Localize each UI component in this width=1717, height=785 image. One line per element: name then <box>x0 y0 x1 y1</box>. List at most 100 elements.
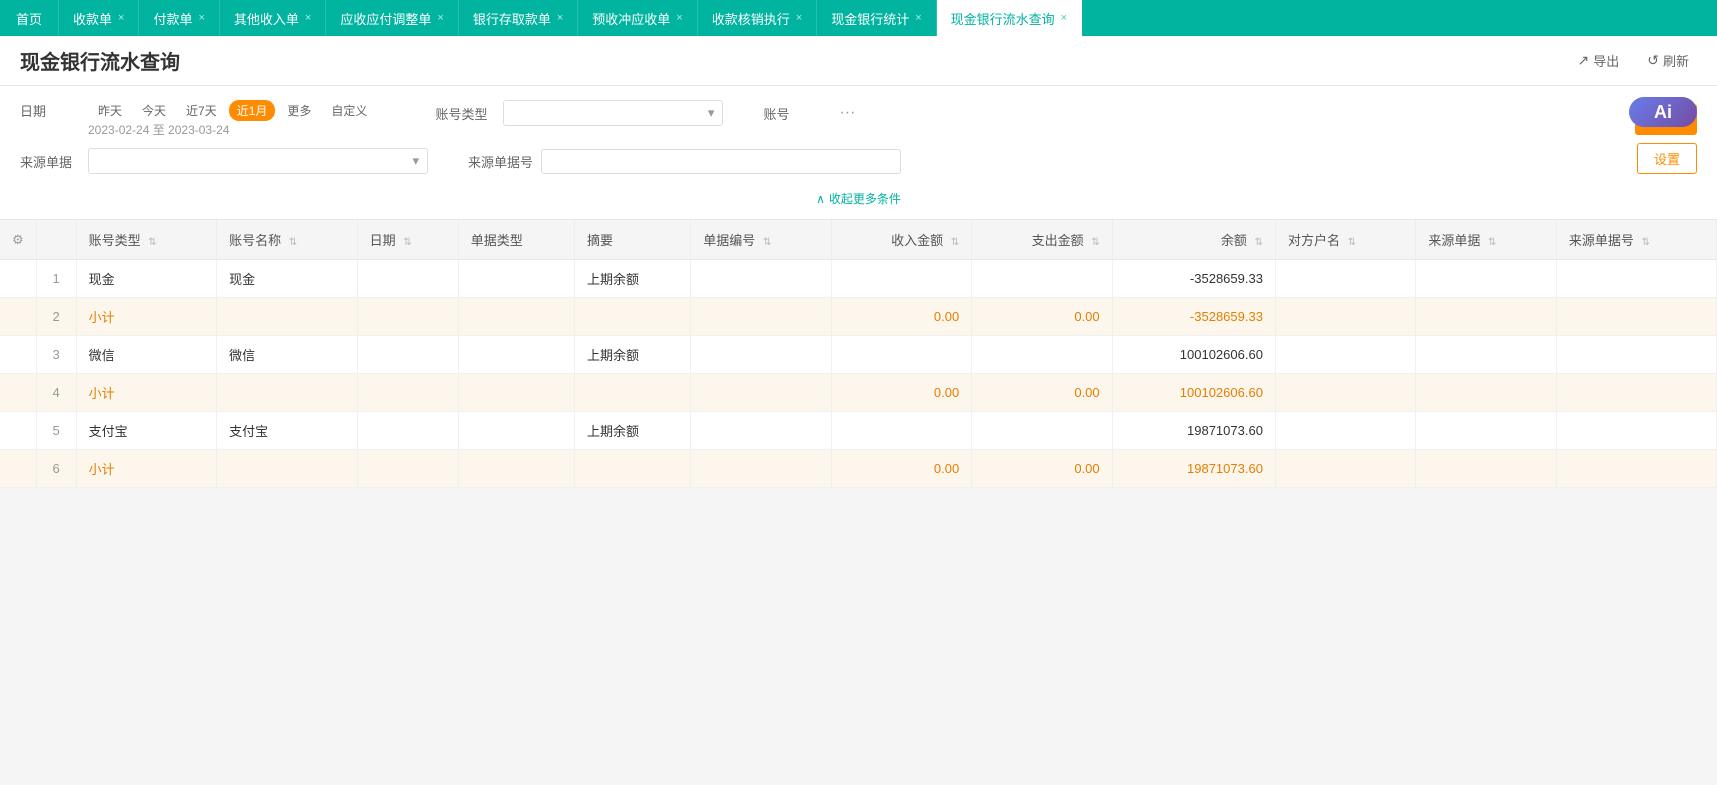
cell-checkbox <box>0 374 36 412</box>
close-icon[interactable]: × <box>557 12 563 24</box>
cell-account-type: 小计 <box>76 374 216 412</box>
cell-doc-no <box>691 336 831 374</box>
cell-checkbox <box>0 298 36 336</box>
source-doc-select[interactable]: ▾ <box>88 148 428 174</box>
cell-income: 0.00 <box>831 450 971 488</box>
cell-income: 0.00 <box>831 298 971 336</box>
th-source-doc-no[interactable]: 来源单据号 ⇅ <box>1556 220 1716 260</box>
cell-counterparty <box>1275 260 1415 298</box>
cell-source-doc-no <box>1556 298 1716 336</box>
date-range-display: 2023-02-24 至 2023-03-24 <box>88 123 229 137</box>
cell-date <box>357 374 458 412</box>
cell-account-name: 支付宝 <box>217 412 357 450</box>
cell-balance: 100102606.60 <box>1112 374 1275 412</box>
cell-expense <box>972 260 1112 298</box>
cell-date <box>357 298 458 336</box>
collapse-icon: ∧ <box>816 192 825 206</box>
cell-source-doc-no <box>1556 374 1716 412</box>
sort-icon: ⇅ <box>1091 237 1099 248</box>
nav-tab-其他收入单[interactable]: 其他收入单 × <box>220 0 326 36</box>
sort-icon: ⇅ <box>951 237 959 248</box>
nav-tab-现金银行统计[interactable]: 现金银行统计 × <box>817 0 936 36</box>
cell-account-type: 支付宝 <box>76 412 216 450</box>
th-source-doc[interactable]: 来源单据 ⇅ <box>1416 220 1556 260</box>
collapse-bar[interactable]: ∧ 收起更多条件 <box>20 184 1697 209</box>
cell-summary: 上期余额 <box>575 336 691 374</box>
date-btn-more[interactable]: 更多 <box>279 100 319 121</box>
th-date[interactable]: 日期 ⇅ <box>357 220 458 260</box>
close-icon[interactable]: × <box>305 12 311 24</box>
account-more-button[interactable]: ··· <box>831 100 863 126</box>
close-icon[interactable]: × <box>1061 12 1067 24</box>
nav-tab-收款核销执行[interactable]: 收款核销执行 × <box>698 0 817 36</box>
nav-tab-银行存取款单[interactable]: 银行存取款单 × <box>459 0 578 36</box>
ai-badge[interactable]: Ai <box>1629 97 1697 127</box>
source-doc-no-input[interactable] <box>541 149 901 174</box>
export-button[interactable]: ↗ 导出 <box>1570 47 1628 74</box>
cell-income <box>831 336 971 374</box>
cell-expense <box>972 336 1112 374</box>
cell-summary <box>575 298 691 336</box>
th-account-type[interactable]: 账号类型 ⇅ <box>76 220 216 260</box>
cell-doc-type <box>458 260 574 298</box>
gear-icon[interactable]: ⚙ <box>12 232 24 247</box>
cell-source-doc <box>1416 374 1556 412</box>
close-icon[interactable]: × <box>796 12 802 24</box>
account-type-select[interactable]: ▾ <box>503 100 723 126</box>
settings-button[interactable]: 设置 <box>1637 143 1697 174</box>
date-options: 昨天 今天 近7天 近1月 更多 自定义 <box>90 100 375 121</box>
date-btn-7days[interactable]: 近7天 <box>178 100 225 121</box>
th-counterparty[interactable]: 对方户名 ⇅ <box>1275 220 1415 260</box>
close-icon[interactable]: × <box>198 12 204 24</box>
table-header-row: ⚙ 账号类型 ⇅ 账号名称 ⇅ 日期 ⇅ 单据类型 <box>0 220 1717 260</box>
nav-tab-收款单[interactable]: 收款单 × <box>59 0 139 36</box>
th-balance[interactable]: 余额 ⇅ <box>1112 220 1275 260</box>
th-account-name[interactable]: 账号名称 ⇅ <box>217 220 357 260</box>
page-title: 现金银行流水查询 <box>20 46 180 75</box>
date-btn-today[interactable]: 今天 <box>134 100 174 121</box>
th-gear[interactable]: ⚙ <box>0 220 36 260</box>
refresh-icon: ↺ <box>1647 52 1659 69</box>
account-type-label: 账号类型 <box>435 104 495 123</box>
cell-doc-no <box>691 260 831 298</box>
th-income[interactable]: 收入金额 ⇅ <box>831 220 971 260</box>
cell-counterparty <box>1275 450 1415 488</box>
th-doc-no[interactable]: 单据编号 ⇅ <box>691 220 831 260</box>
nav-tab-现金银行流水查询[interactable]: 现金银行流水查询 × <box>937 0 1082 36</box>
cell-counterparty <box>1275 298 1415 336</box>
th-doc-type: 单据类型 <box>458 220 574 260</box>
close-icon[interactable]: × <box>676 12 682 24</box>
close-icon[interactable]: × <box>118 12 124 24</box>
date-btn-1month[interactable]: 近1月 <box>229 100 276 121</box>
account-label: 账号 <box>763 104 823 123</box>
cell-checkbox <box>0 412 36 450</box>
date-filter-label: 日期 <box>20 101 80 120</box>
nav-tab-预收冲应收单[interactable]: 预收冲应收单 × <box>578 0 697 36</box>
cell-account-name: 现金 <box>217 260 357 298</box>
sort-icon: ⇅ <box>1348 237 1356 248</box>
cell-doc-no <box>691 298 831 336</box>
cell-checkbox <box>0 336 36 374</box>
source-doc-no-label: 来源单据号 <box>468 152 533 171</box>
close-icon[interactable]: × <box>437 12 443 24</box>
cell-counterparty <box>1275 374 1415 412</box>
cell-doc-type <box>458 298 574 336</box>
source-doc-label: 来源单据 <box>20 152 80 171</box>
cell-index: 6 <box>36 450 76 488</box>
th-expense[interactable]: 支出金额 ⇅ <box>972 220 1112 260</box>
table-row: 5支付宝支付宝上期余额19871073.60 <box>0 412 1717 450</box>
date-btn-custom[interactable]: 自定义 <box>323 100 375 121</box>
refresh-button[interactable]: ↺ 刷新 <box>1639 47 1697 74</box>
nav-tab-付款单[interactable]: 付款单 × <box>139 0 219 36</box>
table-row: 3微信微信上期余额100102606.60 <box>0 336 1717 374</box>
nav-tab-应收应付调整单[interactable]: 应收应付调整单 × <box>326 0 458 36</box>
nav-home[interactable]: 首页 <box>0 0 59 36</box>
cell-index: 4 <box>36 374 76 412</box>
cell-account-name <box>217 450 357 488</box>
filter-area: 日期 昨天 今天 近7天 近1月 更多 自定义 2023-02-24 至 202… <box>0 86 1717 220</box>
cell-expense <box>972 412 1112 450</box>
close-icon[interactable]: × <box>915 12 921 24</box>
cell-summary: 上期余额 <box>575 412 691 450</box>
th-index <box>36 220 76 260</box>
date-btn-yesterday[interactable]: 昨天 <box>90 100 130 121</box>
